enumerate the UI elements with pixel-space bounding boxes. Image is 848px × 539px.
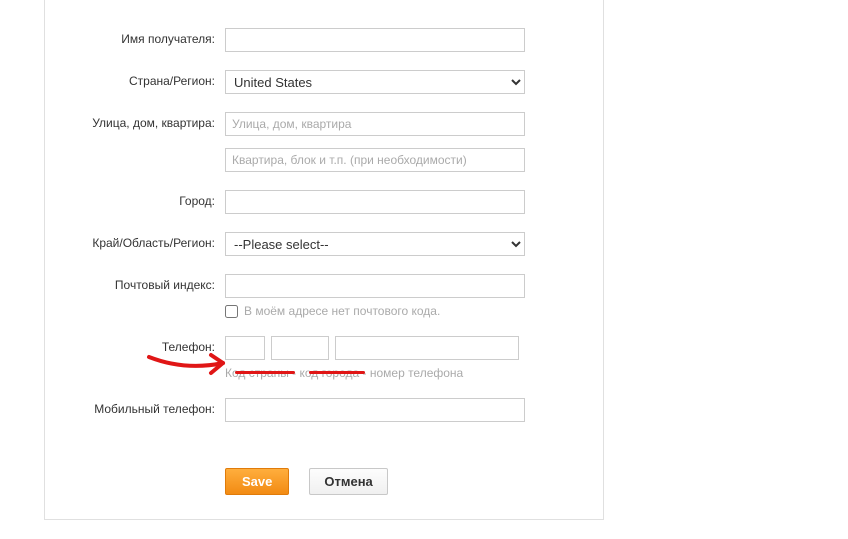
label-city: Город: [45,190,225,208]
save-button[interactable]: Save [225,468,289,495]
no-zip-checkbox[interactable] [225,305,238,318]
region-select[interactable]: --Please select-- [225,232,525,256]
street-input-1[interactable] [225,112,525,136]
phone-hint: Код страны - код города - номер телефона [225,366,555,380]
phone-country-code-input[interactable] [225,336,265,360]
mobile-input[interactable] [225,398,525,422]
address-form-panel: Имя получателя: Страна/Регион: United St… [44,0,604,520]
recipient-input[interactable] [225,28,525,52]
zip-input[interactable] [225,274,525,298]
country-select[interactable]: United States [225,70,525,94]
label-recipient: Имя получателя: [45,28,225,46]
label-street: Улица, дом, квартира: [45,112,225,130]
cancel-button[interactable]: Отмена [309,468,387,495]
label-country: Страна/Регион: [45,70,225,88]
no-zip-label: В моём адресе нет почтового кода. [244,304,440,318]
label-mobile: Мобильный телефон: [45,398,225,416]
label-phone: Телефон: [45,336,225,354]
city-input[interactable] [225,190,525,214]
phone-number-input[interactable] [335,336,519,360]
phone-area-code-input[interactable] [271,336,329,360]
street-input-2[interactable] [225,148,525,172]
label-region: Край/Область/Регион: [45,232,225,250]
label-zip: Почтовый индекс: [45,274,225,292]
